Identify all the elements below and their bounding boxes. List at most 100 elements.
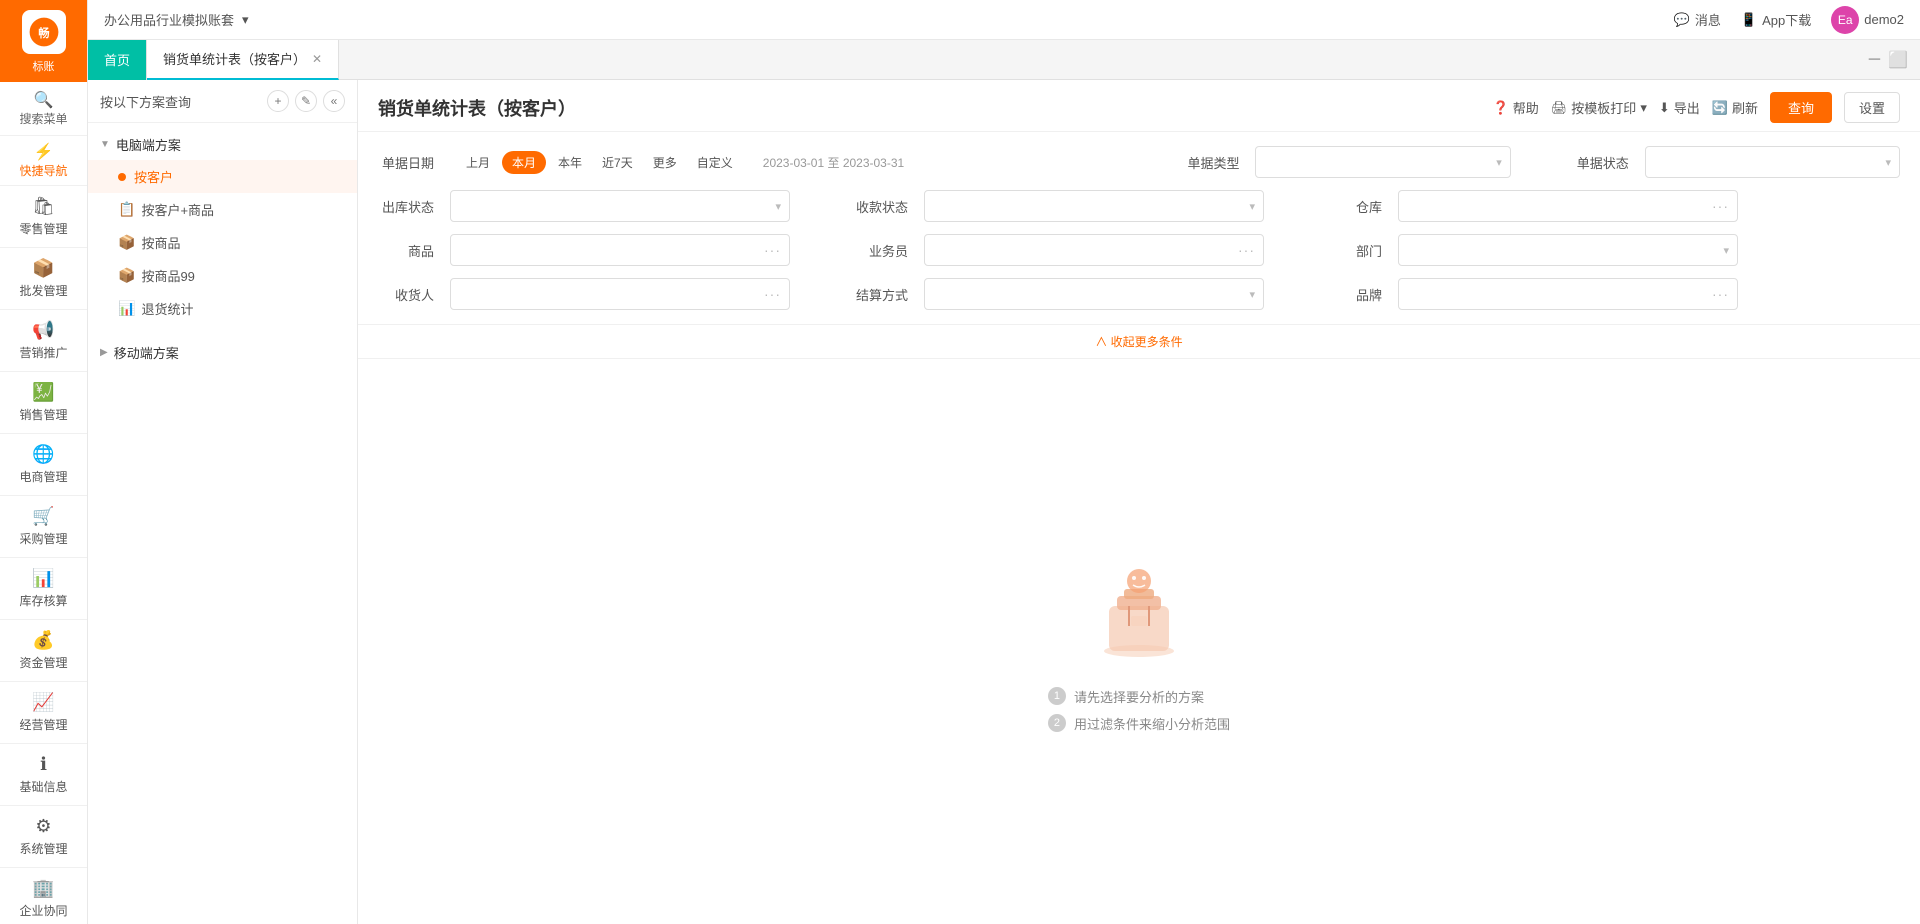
settle-method-input[interactable]: ▾ (924, 278, 1264, 310)
refresh-action[interactable]: 🔄 刷新 (1712, 98, 1758, 117)
sidebar-item-inventory[interactable]: 📊库存核算 (0, 558, 87, 620)
voucher-status-input[interactable]: ▾ (1645, 146, 1900, 178)
salesman-dots: ··· (1238, 242, 1255, 258)
enterprise-icon: 🏢 (32, 878, 54, 899)
out-status-label: 出库状态 (378, 197, 434, 216)
empty-tip-2: 2 用过滤条件来缩小分析范围 (1048, 714, 1230, 733)
message-icon: 💬 (1674, 12, 1690, 28)
date-tab-本月[interactable]: 本月 (502, 151, 546, 174)
scheme-edit-btn[interactable]: ✎ (295, 90, 317, 112)
date-tabs: 上月本月本年近7天更多自定义 (458, 151, 741, 174)
warehouse-dots: ··· (1712, 198, 1729, 214)
dept-label: 部门 (1312, 241, 1382, 260)
recipient-input[interactable]: ··· (450, 278, 790, 310)
tip-text-1: 请先选择要分析的方案 (1074, 687, 1204, 706)
scheme-item-icon-return_stat: 📊 (118, 300, 135, 317)
sidebar-item-finance[interactable]: 💰资金管理 (0, 620, 87, 682)
scheme-section-header-desktop[interactable]: ▼ 电脑端方案 (88, 129, 357, 160)
message-action[interactable]: 💬 消息 (1674, 10, 1721, 29)
sidebar-logo: 畅 标账 (0, 0, 87, 82)
sidebar-item-operation[interactable]: 📈经营管理 (0, 682, 87, 744)
scheme-add-btn[interactable]: + (267, 90, 289, 112)
out-status-input[interactable]: ▾ (450, 190, 790, 222)
dropdown-icon[interactable]: ▾ (242, 12, 249, 28)
settle-method-arrow: ▾ (1249, 288, 1255, 301)
receipt-status-input[interactable]: ▾ (924, 190, 1264, 222)
purchase-icon: 🛒 (32, 506, 54, 527)
tab-minimize-icon[interactable]: ─ (1869, 51, 1880, 69)
app-download-action[interactable]: 📱 App下载 (1741, 10, 1811, 29)
tip-text-2: 用过滤条件来缩小分析范围 (1074, 714, 1230, 733)
scheme-item-by_customer[interactable]: 按客户 (88, 160, 357, 193)
ecommerce-icon: 🌐 (32, 444, 54, 465)
settings-button[interactable]: 设置 (1844, 92, 1900, 123)
recipient-label: 收货人 (378, 285, 434, 304)
operation-icon: 📈 (32, 692, 54, 713)
template-print-action[interactable]: 🖨 按模板打印 ▾ (1551, 98, 1647, 117)
print-dropdown-icon[interactable]: ▾ (1640, 100, 1647, 116)
date-tab-上月[interactable]: 上月 (458, 151, 498, 174)
scheme-item-label-by_customer: 按客户 (134, 167, 173, 186)
sidebar: 畅 标账 🔍 搜索菜单 ⚡ 快捷导航 🛍零售管理📦批发管理📢营销推广💹销售管理🌐… (0, 0, 88, 924)
dept-input[interactable]: ▾ (1398, 234, 1738, 266)
tip-num-2: 2 (1048, 714, 1066, 732)
sidebar-item-wholesale[interactable]: 📦批发管理 (0, 248, 87, 310)
goods-dots: ··· (764, 242, 781, 258)
scheme-section-mobile: ▶移动端方案 (88, 331, 357, 374)
date-tab-更多[interactable]: 更多 (645, 151, 685, 174)
salesman-input[interactable]: ··· (924, 234, 1264, 266)
quick-nav[interactable]: ⚡ 快捷导航 (0, 136, 87, 186)
brand-input[interactable]: ··· (1398, 278, 1738, 310)
date-tab-自定义[interactable]: 自定义 (689, 151, 741, 174)
tab-close-icon[interactable]: ✕ (312, 52, 322, 66)
scheme-item-return_stat[interactable]: 📊 退货统计 (88, 292, 357, 325)
section-arrow-mobile: ▶ (100, 347, 108, 358)
collapse-bar[interactable]: ∧ 收起更多条件 (358, 325, 1920, 359)
main-area: 办公用品行业模拟账套 ▾ 💬 消息 📱 App下载 Ea demo2 首页 (88, 0, 1920, 924)
page-actions: ❓ 帮助 🖨 按模板打印 ▾ ⬇ 导出 🔄 刷新 (1493, 92, 1900, 123)
tab-sales-stat[interactable]: 销货单统计表（按客户） ✕ (147, 40, 339, 80)
sidebar-item-marketing[interactable]: 📢营销推广 (0, 310, 87, 372)
sidebar-item-purchase[interactable]: 🛒采购管理 (0, 496, 87, 558)
sidebar-item-ecommerce[interactable]: 🌐电商管理 (0, 434, 87, 496)
logo-text: 标账 (33, 58, 55, 74)
sales-icon: 💹 (32, 382, 54, 403)
scheme-section-header-mobile[interactable]: ▶移动端方案 (88, 337, 357, 368)
sidebar-item-basic[interactable]: ℹ基础信息 (0, 744, 87, 806)
avatar: Ea (1831, 6, 1859, 34)
collapse-text: ∧ 收起更多条件 (1095, 333, 1182, 350)
voucher-type-input[interactable]: ▾ (1255, 146, 1510, 178)
section-arrow-desktop: ▼ (100, 139, 110, 150)
scheme-collapse-btn[interactable]: « (323, 90, 345, 112)
scheme-item-label-return_stat: 退货统计 (141, 299, 193, 318)
user-area[interactable]: Ea demo2 (1831, 6, 1904, 34)
active-dot-by_customer (118, 173, 126, 181)
empty-state: 1 请先选择要分析的方案 2 用过滤条件来缩小分析范围 (358, 359, 1920, 924)
settle-method-label: 结算方式 (838, 285, 908, 304)
warehouse-input[interactable]: ··· (1398, 190, 1738, 222)
download-icon: 📱 (1741, 12, 1757, 28)
sidebar-item-enterprise[interactable]: 🏢企业协同 (0, 868, 87, 924)
scheme-item-by_goods[interactable]: 📦按商品 (88, 226, 357, 259)
sidebar-item-system[interactable]: ⚙系统管理 (0, 806, 87, 868)
app-title-area[interactable]: 办公用品行业模拟账套 ▾ (104, 10, 249, 29)
tab-maximize-icon[interactable]: ⬜ (1888, 50, 1908, 70)
date-tab-本年[interactable]: 本年 (550, 151, 590, 174)
help-action[interactable]: ❓ 帮助 (1493, 98, 1539, 117)
salesman-label: 业务员 (838, 241, 908, 260)
export-action[interactable]: ⬇ 导出 (1659, 98, 1700, 117)
sidebar-item-sales[interactable]: 💹销售管理 (0, 372, 87, 434)
logo-icon: 畅 (22, 10, 66, 54)
voucher-type-arrow: ▾ (1496, 156, 1502, 169)
date-tab-近7天[interactable]: 近7天 (594, 151, 641, 174)
query-button[interactable]: 查询 (1770, 92, 1832, 123)
search-menu[interactable]: 🔍 搜索菜单 (0, 82, 87, 136)
scheme-item-goods99[interactable]: 📦按商品99 (88, 259, 357, 292)
tab-home[interactable]: 首页 (88, 40, 147, 80)
sidebar-item-retail[interactable]: 🛍零售管理 (0, 186, 87, 248)
right-content: 销货单统计表（按客户） ❓ 帮助 🖨 按模板打印 ▾ ⬇ 导出 (358, 80, 1920, 924)
goods-input[interactable]: ··· (450, 234, 790, 266)
scheme-item-customer_goods[interactable]: 📋按客户+商品 (88, 193, 357, 226)
filter-row-1: 单据日期 上月本月本年近7天更多自定义 2023-03-01 至 2023-03… (378, 146, 1900, 178)
section-label-desktop: 电脑端方案 (116, 135, 181, 154)
